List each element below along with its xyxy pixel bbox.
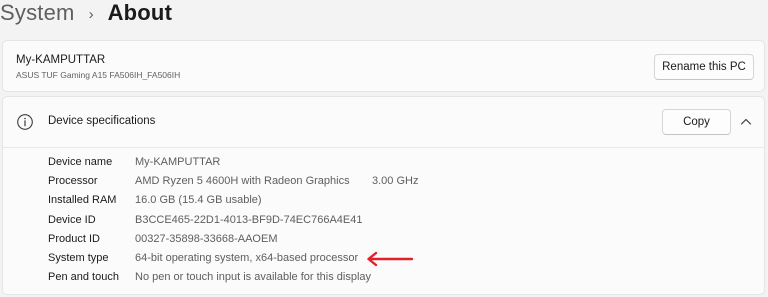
spec-label: Device name [48,156,113,168]
rename-pc-button[interactable]: Rename this PC [654,54,754,80]
spec-row-processor: Processor AMD Ryzen 5 4600H with Radeon … [3,173,764,192]
device-specifications-title: Device specifications [48,115,156,127]
pc-name: My-KAMPUTTAR [16,54,106,66]
chevron-up-icon[interactable] [737,113,755,131]
spec-label: Product ID [48,232,100,245]
about-page: System › About My-KAMPUTTAR ASUS TUF Gam… [0,0,768,297]
spec-value: 64-bit operating system, x64-based proce… [135,251,359,264]
spec-row-pen-and-touch: Pen and touch No pen or touch input is a… [3,269,764,288]
spec-value: AMD Ryzen 5 4600H with Radeon Graphics [135,175,350,188]
spec-label: Pen and touch [48,271,119,284]
spec-row-device-name: Device name My-KAMPUTTAR [3,154,764,173]
device-specifications-header[interactable]: Device specifications Copy [3,97,764,147]
spec-value-clock-speed: 3.00 GHz [372,175,419,188]
pc-model: ASUS TUF Gaming A15 FA506IH_FA506IH [16,70,181,80]
spec-row-product-id: Product ID 00327-35898-33668-AAOEM [3,231,764,250]
left-arrow-icon [367,251,414,267]
spec-value: B3CCE465-22D1-4013-BF9D-74EC766A4E41 [135,213,363,226]
breadcrumb-system[interactable]: System [0,0,75,26]
spec-value: 00327-35898-33668-AAOEM [135,232,278,245]
spec-list: Device name My-KAMPUTTAR Processor AMD R… [3,154,764,288]
divider [3,147,764,148]
spec-label: Device ID [48,213,96,226]
chevron-right-icon: › [88,5,94,23]
pc-name-card: My-KAMPUTTAR ASUS TUF Gaming A15 FA506IH… [2,40,765,92]
breadcrumb: System › About [0,0,172,31]
spec-value: My-KAMPUTTAR [135,156,221,168]
spec-label: System type [48,251,109,264]
spec-row-device-id: Device ID B3CCE465-22D1-4013-BF9D-74EC76… [3,212,764,231]
spec-label: Processor [48,175,98,188]
page-title: About [107,0,173,25]
spec-row-installed-ram: Installed RAM 16.0 GB (15.4 GB usable) [3,192,764,211]
spec-value: No pen or touch input is available for t… [135,271,372,284]
info-icon [17,114,33,130]
spec-label: Installed RAM [48,194,117,207]
spec-value: 16.0 GB (15.4 GB usable) [135,194,262,207]
copy-button[interactable]: Copy [662,109,731,135]
